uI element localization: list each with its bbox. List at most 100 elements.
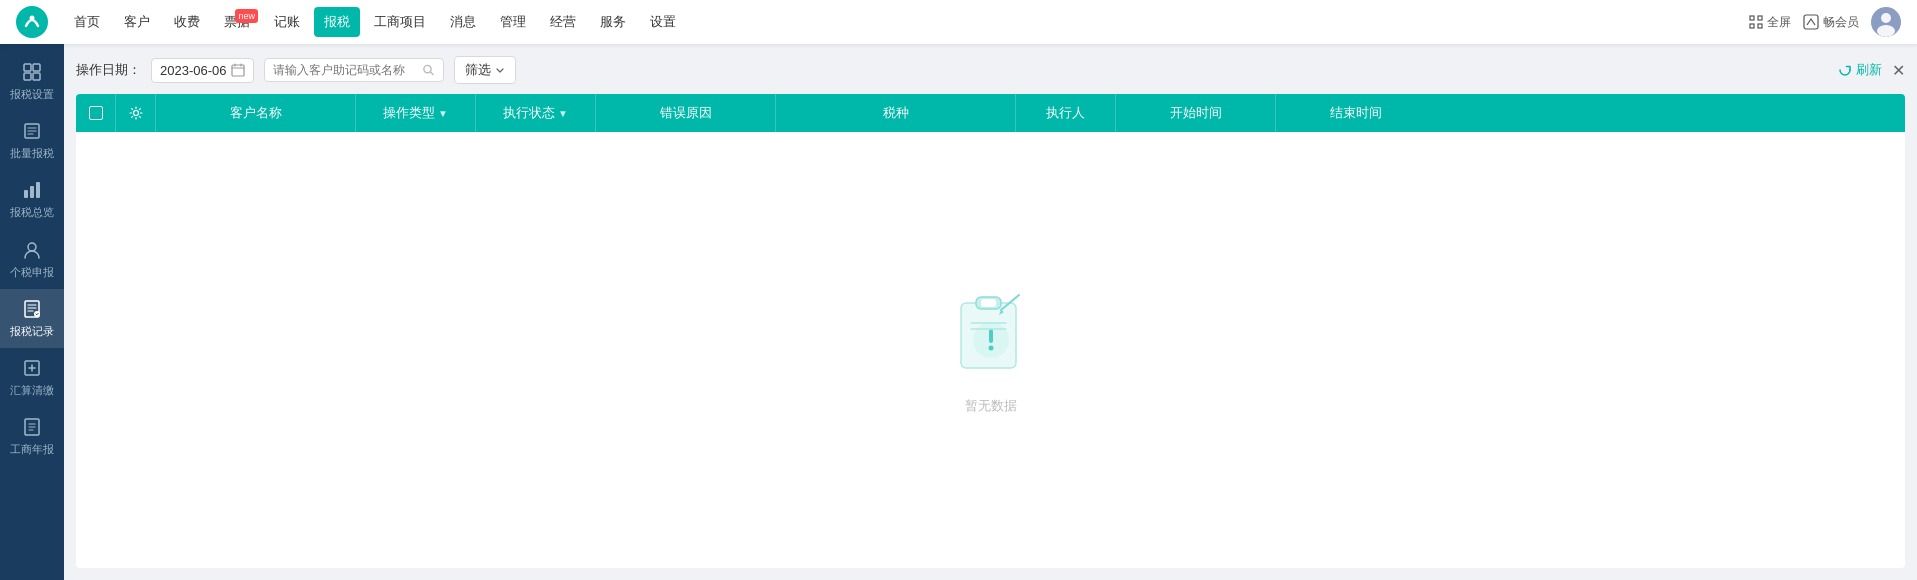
th-client-name: 客户名称	[156, 94, 356, 132]
svg-rect-10	[24, 64, 31, 71]
sidebar: 报税设置 批量报税 报税总览	[0, 44, 64, 580]
svg-point-18	[28, 243, 36, 251]
sidebar-label-personal-tax: 个税申报	[10, 266, 54, 279]
th-settings	[116, 94, 156, 132]
nav-invoice[interactable]: 票据 new	[214, 7, 260, 37]
th-start-time: 开始时间	[1116, 94, 1276, 132]
svg-rect-4	[1750, 24, 1754, 28]
content-area: 操作日期： 2023-06-06 筛选	[64, 44, 1917, 580]
table-header: 客户名称 操作类型 ▼ 执行状态 ▼ 错误原因 税种 执行人 开始时间 结束时间	[76, 94, 1905, 132]
svg-point-9	[1877, 25, 1895, 37]
avatar[interactable]	[1871, 7, 1901, 37]
main-layout: 报税设置 批量报税 报税总览	[0, 44, 1917, 580]
nav-business[interactable]: 工商项目	[364, 7, 436, 37]
batch-tax-icon	[22, 121, 42, 144]
fullscreen-icon	[1749, 15, 1763, 29]
sidebar-label-tax-overview: 报税总览	[10, 206, 54, 219]
svg-point-0	[16, 6, 48, 38]
settings-icon[interactable]	[129, 106, 143, 120]
sidebar-label-tax-records: 报税记录	[10, 325, 54, 338]
chevron-down-icon	[495, 65, 505, 75]
svg-rect-12	[24, 73, 31, 80]
date-picker[interactable]: 2023-06-06	[151, 58, 254, 83]
svg-rect-15	[24, 190, 28, 198]
nav-tax[interactable]: 报税	[314, 7, 360, 37]
table-body: 暂无数据	[76, 132, 1905, 568]
nav-settings[interactable]: 设置	[640, 7, 686, 37]
th-end-time: 结束时间	[1276, 94, 1436, 132]
nav-messages[interactable]: 消息	[440, 7, 486, 37]
th-executor: 执行人	[1016, 94, 1116, 132]
svg-rect-2	[1750, 16, 1754, 20]
fullscreen-btn[interactable]: 全屏	[1749, 14, 1791, 31]
top-navigation: 首页 客户 收费 票据 new 记账 报税 工商项目 消息 管理 经营 服务 设…	[0, 0, 1917, 44]
date-label: 操作日期：	[76, 61, 141, 79]
annual-settlement-icon	[22, 358, 42, 381]
refresh-icon	[1838, 63, 1852, 77]
search-icon	[422, 63, 435, 77]
annual-report-icon	[22, 417, 42, 440]
sort-icon-operation: ▼	[438, 108, 448, 119]
sidebar-item-personal-tax[interactable]: 个税申报	[0, 230, 64, 289]
member-btn[interactable]: 畅会员	[1803, 14, 1859, 31]
sidebar-item-batch-tax[interactable]: 批量报税	[0, 111, 64, 170]
sidebar-item-tax-settings[interactable]: 报税设置	[0, 52, 64, 111]
th-exec-status[interactable]: 执行状态 ▼	[476, 94, 596, 132]
data-table: 客户名称 操作类型 ▼ 执行状态 ▼ 错误原因 税种 执行人 开始时间 结束时间	[76, 94, 1905, 568]
empty-illustration	[941, 285, 1041, 385]
th-checkbox[interactable]	[76, 94, 116, 132]
nav-items: 首页 客户 收费 票据 new 记账 报税 工商项目 消息 管理 经营 服务 设…	[64, 7, 1749, 37]
tax-overview-icon	[22, 180, 42, 203]
toolbar-right: 刷新 ✕	[1838, 61, 1905, 80]
sidebar-item-annual-report[interactable]: 工商年报	[0, 407, 64, 466]
nav-fees[interactable]: 收费	[164, 7, 210, 37]
nav-manage[interactable]: 管理	[490, 7, 536, 37]
th-operation-type[interactable]: 操作类型 ▼	[356, 94, 476, 132]
sidebar-item-tax-overview[interactable]: 报税总览	[0, 170, 64, 229]
nav-bookkeeping[interactable]: 记账	[264, 7, 310, 37]
svg-rect-13	[33, 73, 40, 80]
nav-service[interactable]: 服务	[590, 7, 636, 37]
nav-home[interactable]: 首页	[64, 7, 110, 37]
svg-point-31	[988, 346, 993, 351]
empty-text: 暂无数据	[965, 397, 1017, 415]
tax-records-icon	[22, 299, 42, 322]
svg-rect-16	[30, 186, 34, 198]
personal-tax-icon	[22, 240, 42, 263]
svg-rect-28	[981, 299, 996, 307]
svg-rect-30	[989, 329, 993, 343]
date-value: 2023-06-06	[160, 63, 227, 78]
svg-point-8	[1881, 13, 1891, 23]
search-box[interactable]	[264, 58, 444, 82]
sort-icon-status: ▼	[558, 108, 568, 119]
sidebar-label-batch-tax: 批量报税	[10, 147, 54, 160]
svg-rect-3	[1758, 16, 1762, 20]
svg-rect-6	[1804, 15, 1818, 29]
select-all-checkbox[interactable]	[89, 106, 103, 120]
sidebar-label-annual-settlement: 汇算清缴	[10, 384, 54, 397]
refresh-button[interactable]: 刷新	[1838, 61, 1882, 79]
sidebar-label-tax-settings: 报税设置	[10, 88, 54, 101]
tax-settings-icon	[22, 62, 42, 85]
sidebar-label-annual-report: 工商年报	[10, 443, 54, 456]
app-logo[interactable]	[16, 6, 48, 38]
svg-rect-23	[232, 65, 244, 76]
th-error-reason: 错误原因	[596, 94, 776, 132]
th-tax-type: 税种	[776, 94, 1016, 132]
svg-rect-11	[33, 64, 40, 71]
svg-point-25	[133, 111, 138, 116]
nav-client[interactable]: 客户	[114, 7, 160, 37]
calendar-icon	[231, 63, 245, 77]
filter-button[interactable]: 筛选	[454, 56, 516, 84]
nav-operations[interactable]: 经营	[540, 7, 586, 37]
search-input[interactable]	[273, 63, 422, 77]
member-icon	[1803, 14, 1819, 30]
sidebar-item-annual-settlement[interactable]: 汇算清缴	[0, 348, 64, 407]
svg-rect-17	[36, 182, 40, 198]
top-nav-right: 全屏 畅会员	[1749, 7, 1901, 37]
sidebar-item-tax-records[interactable]: 报税记录	[0, 289, 64, 348]
svg-point-1	[30, 16, 35, 21]
svg-rect-5	[1758, 24, 1762, 28]
close-button[interactable]: ✕	[1892, 61, 1905, 80]
new-badge: new	[235, 9, 258, 23]
